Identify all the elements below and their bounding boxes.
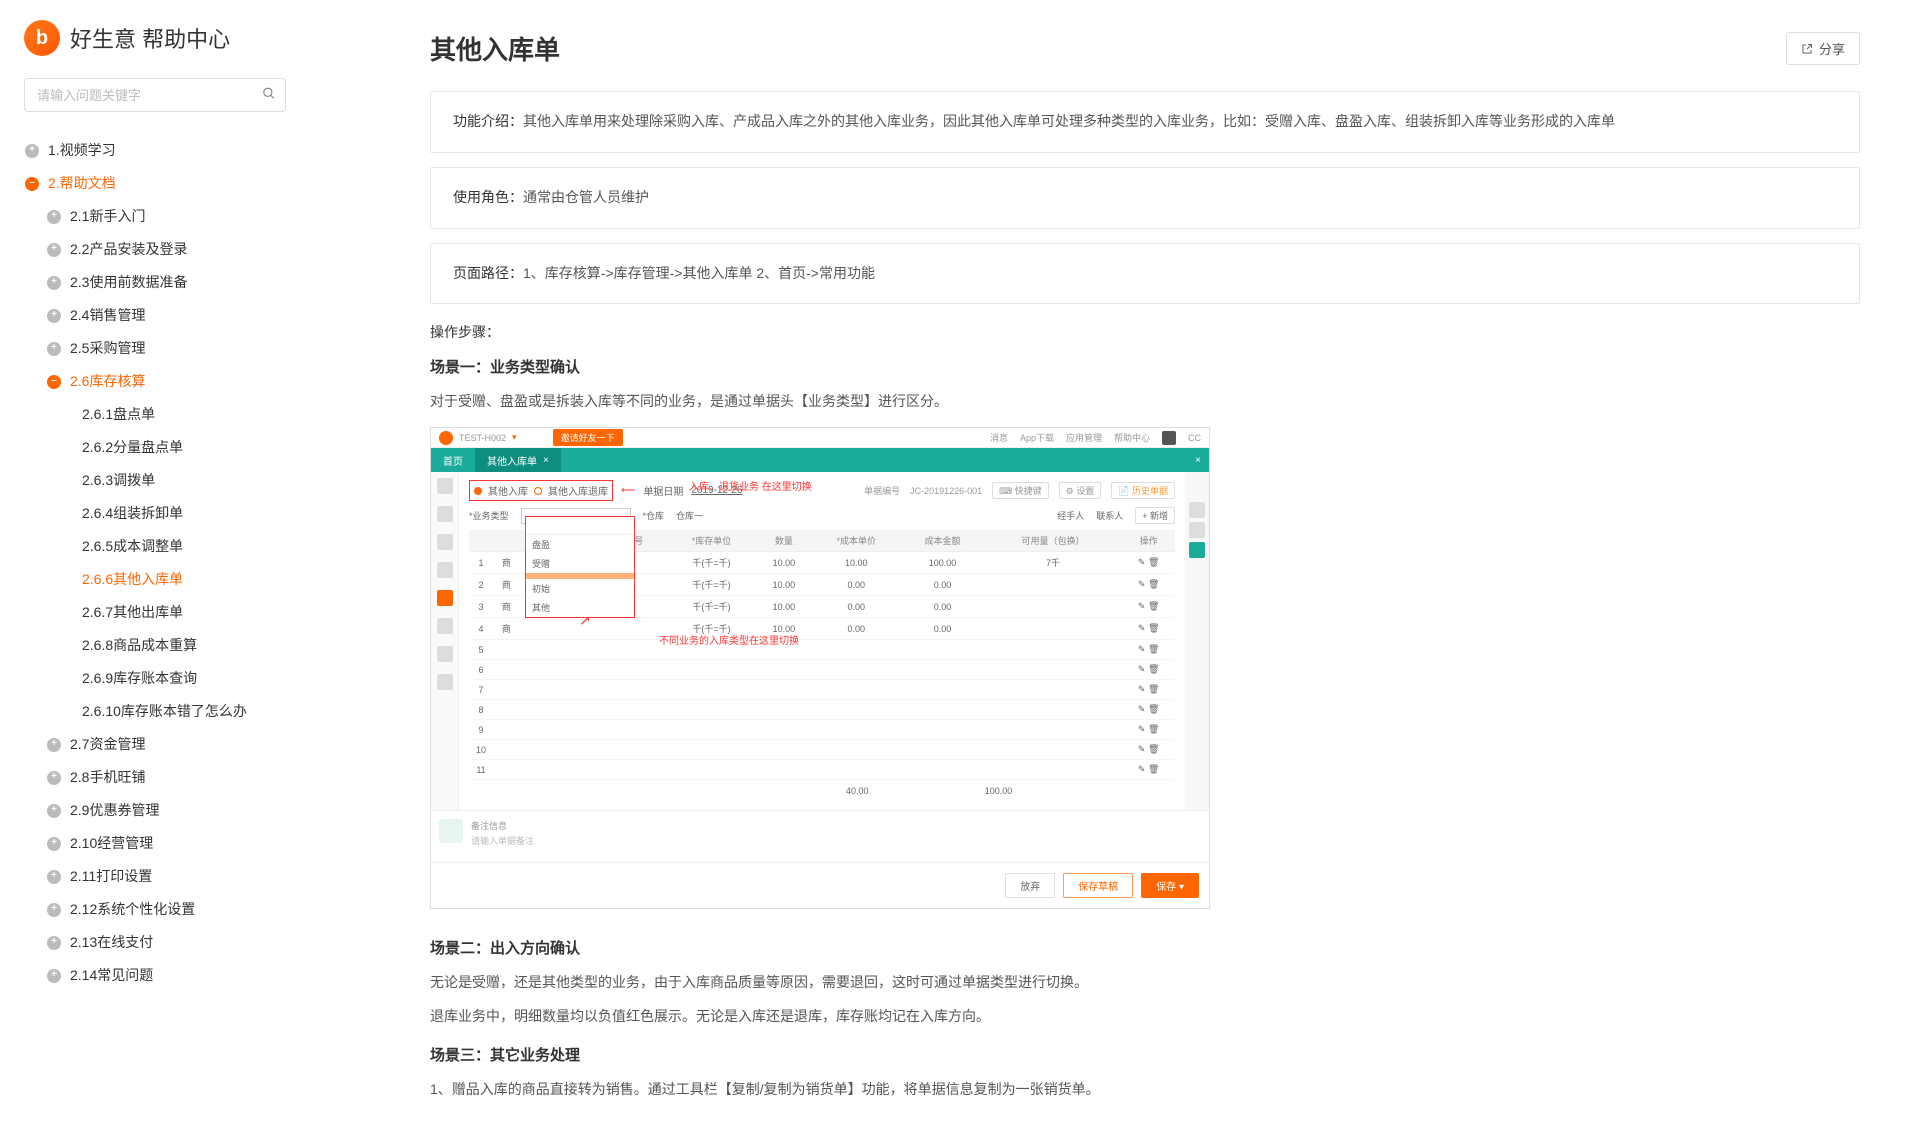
minus-icon: – xyxy=(25,177,39,191)
nav-item-2-9[interactable]: +2.9优惠券管理 xyxy=(24,794,286,827)
plus-icon: + xyxy=(47,276,61,290)
nav-item-2-6-8[interactable]: 2.6.8商品成本重算 xyxy=(24,629,286,662)
steps-label: 操作步骤： xyxy=(430,322,1860,342)
nav-item-2-5[interactable]: +2.5采购管理 xyxy=(24,332,286,365)
nav-item-2-6-10[interactable]: 2.6.10库存账本错了怎么办 xyxy=(24,695,286,728)
side-icon xyxy=(437,478,453,494)
logo-icon: b xyxy=(24,20,60,56)
plus-icon: + xyxy=(47,738,61,752)
nav-item-2-6-3[interactable]: 2.6.3调拨单 xyxy=(24,464,286,497)
tool-icon xyxy=(1189,542,1205,558)
share-button[interactable]: 分享 xyxy=(1786,32,1860,65)
scene2-title: 场景二：出入方向确认 xyxy=(430,937,1860,958)
intro-text: 其他入库单用来处理除采购入库、产成品入库之外的其他入库业务，因此其他入库单可处理… xyxy=(523,113,1615,129)
nav-item-2-11[interactable]: +2.11打印设置 xyxy=(24,860,286,893)
nav-item-2-1[interactable]: +2.1新手入门 xyxy=(24,200,286,233)
side-icon xyxy=(437,646,453,662)
nav-item-2-6-4[interactable]: 2.6.4组装拆卸单 xyxy=(24,497,286,530)
intro-label: 功能介绍： xyxy=(453,113,523,129)
plus-icon: + xyxy=(47,210,61,224)
path-text: 1、库存核算->库存管理->其他入库单 2、首页->常用功能 xyxy=(523,265,875,281)
remark-icon xyxy=(439,819,463,843)
nav-item-2-6-5[interactable]: 2.6.5成本调整单 xyxy=(24,530,286,563)
plus-icon: + xyxy=(47,309,61,323)
nav-item-2-4[interactable]: +2.4销售管理 xyxy=(24,299,286,332)
plus-icon: + xyxy=(47,804,61,818)
nav-item-2-2[interactable]: +2.2产品安装及登录 xyxy=(24,233,286,266)
plus-icon: + xyxy=(47,837,61,851)
nav-item-2-7[interactable]: +2.7资金管理 xyxy=(24,728,286,761)
role-text: 通常由仓管人员维护 xyxy=(523,189,649,205)
shot-logo-icon xyxy=(439,431,453,445)
path-label: 页面路径： xyxy=(453,265,523,281)
side-icon xyxy=(437,590,453,606)
nav-item-2-6-2[interactable]: 2.6.2分量盘点单 xyxy=(24,431,286,464)
side-icon xyxy=(437,506,453,522)
minus-icon: – xyxy=(47,375,61,389)
sidebar: b 好生意 帮助中心 +1.视频学习 –2.帮助文档 +2.1新手入门 +2.2… xyxy=(0,0,310,1139)
plus-icon: + xyxy=(47,342,61,356)
share-icon xyxy=(1801,43,1813,55)
role-box: 使用角色：通常由仓管人员维护 xyxy=(430,167,1860,229)
search-icon[interactable] xyxy=(262,87,276,104)
side-icon xyxy=(437,562,453,578)
nav-item-2-6[interactable]: –2.6库存核算 xyxy=(24,365,286,398)
main-content: 其他入库单 分享 功能介绍：其他入库单用来处理除采购入库、产成品入库之外的其他入… xyxy=(310,0,1920,1139)
avatar-icon xyxy=(1162,431,1176,445)
scene2-text1: 无论是受赠，还是其他类型的业务，由于入库商品质量等原因，需要退回，这时可通过单据… xyxy=(430,968,1860,996)
role-label: 使用角色： xyxy=(453,189,523,205)
nav-item-2-6-7[interactable]: 2.6.7其他出库单 xyxy=(24,596,286,629)
plus-icon: + xyxy=(25,144,39,158)
scene3-text1: 1、赠品入库的商品直接转为销售。通过工具栏【复制/复制为销货单】功能，将单据信息… xyxy=(430,1075,1860,1103)
plus-icon: + xyxy=(47,969,61,983)
logo-text: 好生意 帮助中心 xyxy=(70,22,230,54)
plus-icon: + xyxy=(47,771,61,785)
logo: b 好生意 帮助中心 xyxy=(24,20,286,56)
nav-item-2-13[interactable]: +2.13在线支付 xyxy=(24,926,286,959)
scene1-title: 场景一：业务类型确认 xyxy=(430,356,1860,377)
nav-item-2-6-9[interactable]: 2.6.9库存账本查询 xyxy=(24,662,286,695)
search-input[interactable] xyxy=(24,78,286,112)
tool-icon xyxy=(1189,522,1205,538)
nav: +1.视频学习 –2.帮助文档 +2.1新手入门 +2.2产品安装及登录 +2.… xyxy=(24,134,286,992)
nav-item-2-12[interactable]: +2.12系统个性化设置 xyxy=(24,893,286,926)
nav-item-2-14[interactable]: +2.14常见问题 xyxy=(24,959,286,992)
page-title: 其他入库单 xyxy=(430,30,560,67)
plus-icon: + xyxy=(47,936,61,950)
nav-item-2-3[interactable]: +2.3使用前数据准备 xyxy=(24,266,286,299)
scene2-text2: 退库业务中，明细数量均以负值红色展示。无论是入库还是退库，库存账均记在入库方向。 xyxy=(430,1002,1860,1030)
tool-icon xyxy=(1189,502,1205,518)
nav-item-2-10[interactable]: +2.10经营管理 xyxy=(24,827,286,860)
plus-icon: + xyxy=(47,243,61,257)
screenshot-image: TEST-H002 ▾ 邀请好友一下 消息 App下载 应用管理 帮助中心 CC… xyxy=(430,427,1210,909)
nav-item-2-6-6[interactable]: 2.6.6其他入库单 xyxy=(24,563,286,596)
nav-item-2-8[interactable]: +2.8手机旺铺 xyxy=(24,761,286,794)
nav-item-docs[interactable]: –2.帮助文档 xyxy=(24,167,286,200)
plus-icon: + xyxy=(47,903,61,917)
side-icon xyxy=(437,534,453,550)
nav-item-2-6-1[interactable]: 2.6.1盘点单 xyxy=(24,398,286,431)
path-box: 页面路径：1、库存核算->库存管理->其他入库单 2、首页->常用功能 xyxy=(430,243,1860,305)
scene3-title: 场景三：其它业务处理 xyxy=(430,1044,1860,1065)
intro-box: 功能介绍：其他入库单用来处理除采购入库、产成品入库之外的其他入库业务，因此其他入… xyxy=(430,91,1860,153)
side-icon xyxy=(437,674,453,690)
side-icon xyxy=(437,618,453,634)
scene1-text: 对于受赠、盘盈或是拆装入库等不同的业务，是通过单据头【业务类型】进行区分。 xyxy=(430,387,1860,415)
nav-item-video[interactable]: +1.视频学习 xyxy=(24,134,286,167)
plus-icon: + xyxy=(47,870,61,884)
search-box xyxy=(24,78,286,112)
